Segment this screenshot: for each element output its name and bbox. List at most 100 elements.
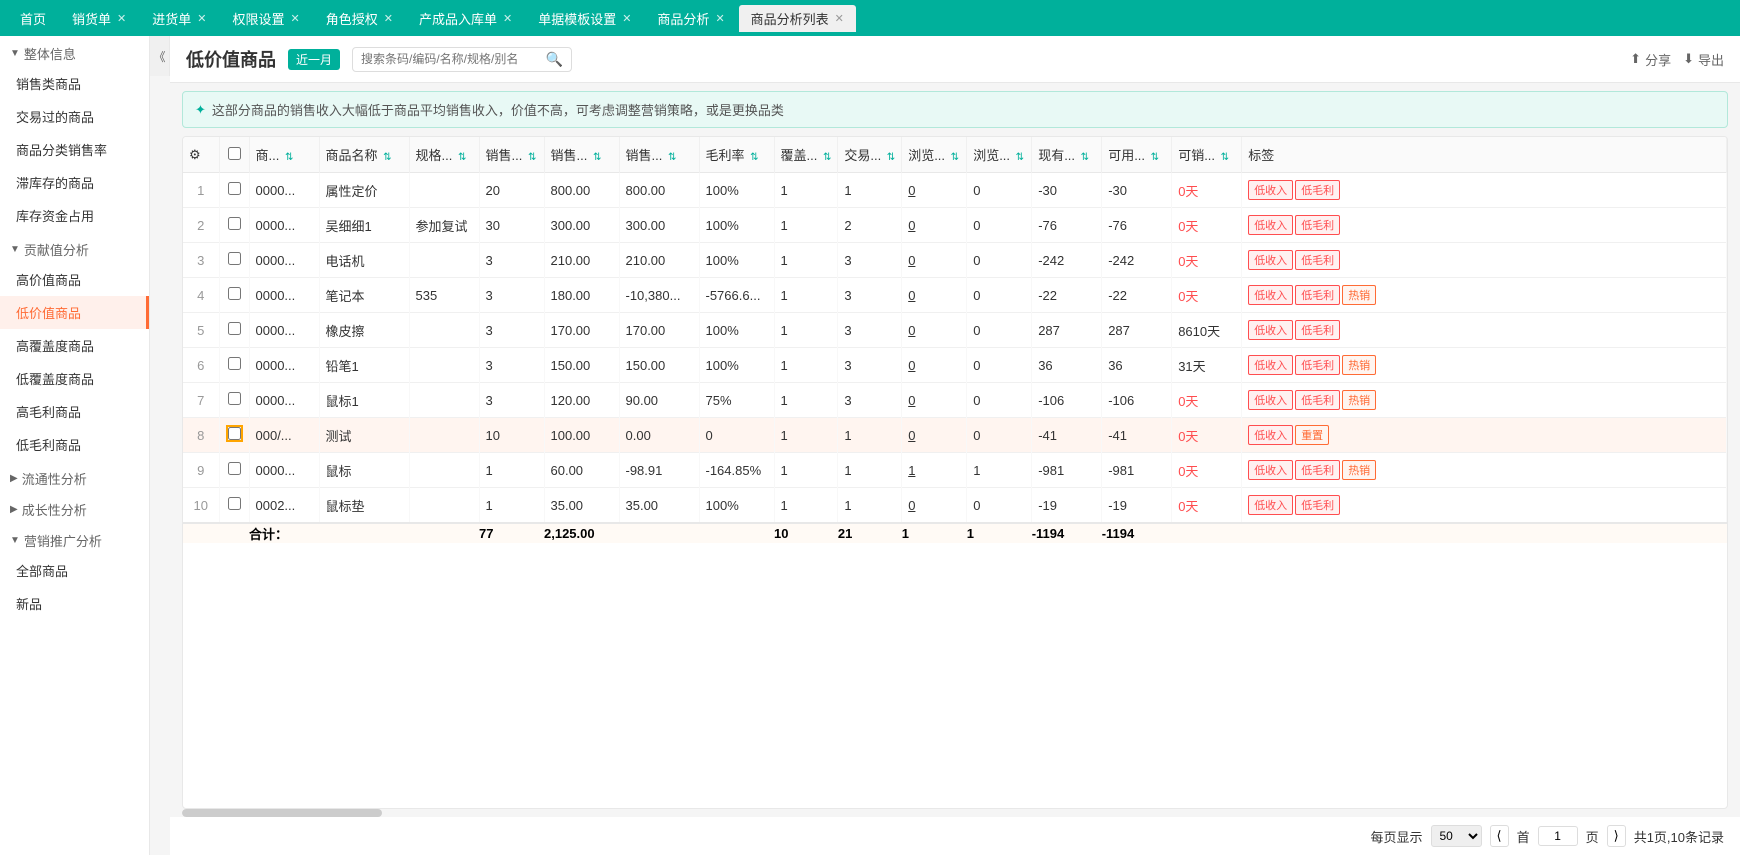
- code-column-header[interactable]: 商... ⇅: [249, 137, 319, 173]
- nav-product-analysis[interactable]: 商品分析 ✕: [645, 5, 736, 32]
- view1-val[interactable]: 0: [902, 418, 967, 453]
- view1-link[interactable]: 0: [908, 288, 915, 303]
- view1-link[interactable]: 0: [908, 253, 915, 268]
- view1-val[interactable]: 0: [902, 488, 967, 524]
- sidebar-item-high-margin[interactable]: 高毛利商品: [0, 395, 149, 428]
- available-column-header[interactable]: 可用... ⇅: [1102, 137, 1172, 173]
- sidebar-item-high-value[interactable]: 高价值商品: [0, 263, 149, 296]
- view1-val[interactable]: 0: [902, 348, 967, 383]
- nav-home[interactable]: 首页: [8, 5, 58, 32]
- row-checkbox-cell[interactable]: [219, 278, 249, 313]
- view1-link[interactable]: 0: [908, 323, 915, 338]
- close-icon[interactable]: ✕: [622, 12, 631, 25]
- view1-val[interactable]: 0: [902, 278, 967, 313]
- sidebar-item-high-coverage[interactable]: 高覆盖度商品: [0, 329, 149, 362]
- page-number-input[interactable]: [1538, 826, 1578, 846]
- close-icon[interactable]: ✕: [384, 12, 393, 25]
- row-checkbox[interactable]: [228, 427, 241, 440]
- sidebar-item-low-value[interactable]: 低价值商品: [0, 296, 149, 329]
- row-checkbox[interactable]: [228, 287, 241, 300]
- select-all-checkbox[interactable]: [228, 147, 241, 160]
- margin-column-header[interactable]: 毛利率 ⇅: [699, 137, 774, 173]
- sidebar-group-overall[interactable]: ▼ 整体信息: [0, 36, 149, 67]
- page-size-select[interactable]: 50 100: [1431, 825, 1482, 847]
- nav-template-settings[interactable]: 单据模板设置 ✕: [526, 5, 643, 32]
- current-column-header[interactable]: 现有... ⇅: [1032, 137, 1102, 173]
- sidebar-collapse-button[interactable]: 《: [150, 36, 170, 76]
- view1-link[interactable]: 1: [908, 463, 915, 478]
- settings-column-header[interactable]: ⚙: [183, 137, 219, 173]
- view1-link[interactable]: 0: [908, 498, 915, 513]
- close-icon[interactable]: ✕: [835, 12, 844, 25]
- close-icon[interactable]: ✕: [503, 12, 512, 25]
- row-checkbox[interactable]: [228, 217, 241, 230]
- row-checkbox-cell[interactable]: [219, 418, 249, 453]
- nav-permissions[interactable]: 权限设置 ✕: [220, 5, 311, 32]
- nav-product-inbound[interactable]: 产成品入库单 ✕: [407, 5, 524, 32]
- spec-column-header[interactable]: 规格... ⇅: [409, 137, 479, 173]
- time-badge[interactable]: 近一月: [288, 49, 340, 70]
- nav-purchase-order[interactable]: 进货单 ✕: [140, 5, 218, 32]
- row-checkbox-cell[interactable]: [219, 453, 249, 488]
- row-checkbox-cell[interactable]: [219, 348, 249, 383]
- sidebar-item-low-margin[interactable]: 低毛利商品: [0, 428, 149, 461]
- view1-val[interactable]: 0: [902, 243, 967, 278]
- row-checkbox-cell[interactable]: [219, 383, 249, 418]
- view1-val[interactable]: 0: [902, 313, 967, 348]
- sidebar-group-liquidity[interactable]: ▶ 流通性分析: [0, 461, 149, 492]
- sale-price-column-header[interactable]: 销售... ⇅: [619, 137, 699, 173]
- view1-link[interactable]: 0: [908, 393, 915, 408]
- close-icon[interactable]: ✕: [291, 12, 300, 25]
- saleable-column-header[interactable]: 可销... ⇅: [1172, 137, 1242, 173]
- sale-amount-column-header[interactable]: 销售... ⇅: [544, 137, 619, 173]
- row-checkbox[interactable]: [228, 462, 241, 475]
- view1-val[interactable]: 0: [902, 383, 967, 418]
- sidebar-group-growth[interactable]: ▶ 成长性分析: [0, 492, 149, 523]
- sidebar-item-slow-inventory[interactable]: 滞库存的商品: [0, 166, 149, 199]
- sidebar-item-sales-products[interactable]: 销售类商品: [0, 67, 149, 100]
- sidebar-item-new-products[interactable]: 新品: [0, 587, 149, 620]
- sidebar-item-category-sales-rate[interactable]: 商品分类销售率: [0, 133, 149, 166]
- sidebar-group-contribution[interactable]: ▼ 贡献值分析: [0, 232, 149, 263]
- sale-qty-column-header[interactable]: 销售... ⇅: [479, 137, 544, 173]
- row-checkbox-cell[interactable]: [219, 173, 249, 208]
- nav-sales-order[interactable]: 销货单 ✕: [60, 5, 138, 32]
- coverage-column-header[interactable]: 覆盖... ⇅: [774, 137, 838, 173]
- view1-val[interactable]: 0: [902, 173, 967, 208]
- view2-column-header[interactable]: 浏览... ⇅: [967, 137, 1032, 173]
- close-icon[interactable]: ✕: [197, 12, 206, 25]
- nav-product-analysis-list[interactable]: 商品分析列表 ✕: [739, 5, 856, 32]
- view1-link[interactable]: 0: [908, 183, 915, 198]
- view1-link[interactable]: 0: [908, 218, 915, 233]
- row-checkbox[interactable]: [228, 182, 241, 195]
- row-checkbox[interactable]: [228, 252, 241, 265]
- nav-role-auth[interactable]: 角色授权 ✕: [314, 5, 405, 32]
- sidebar-item-all-products[interactable]: 全部商品: [0, 554, 149, 587]
- row-checkbox[interactable]: [228, 497, 241, 510]
- row-checkbox[interactable]: [228, 392, 241, 405]
- checkbox-column-header[interactable]: [219, 137, 249, 173]
- first-page-button[interactable]: ⟨: [1490, 825, 1509, 847]
- sidebar-item-inventory-capital[interactable]: 库存资金占用: [0, 199, 149, 232]
- search-icon[interactable]: 🔍: [546, 51, 563, 68]
- sidebar-item-low-coverage[interactable]: 低覆盖度商品: [0, 362, 149, 395]
- sidebar-item-traded-products[interactable]: 交易过的商品: [0, 100, 149, 133]
- close-icon[interactable]: ✕: [715, 12, 724, 25]
- close-icon[interactable]: ✕: [117, 12, 126, 25]
- view1-column-header[interactable]: 浏览... ⇅: [902, 137, 967, 173]
- name-column-header[interactable]: 商品名称 ⇅: [319, 137, 409, 173]
- next-page-button[interactable]: ⟩: [1607, 825, 1626, 847]
- search-input[interactable]: [361, 52, 540, 66]
- view1-link[interactable]: 0: [908, 358, 915, 373]
- row-checkbox-cell[interactable]: [219, 488, 249, 524]
- row-checkbox[interactable]: [228, 322, 241, 335]
- row-checkbox-cell[interactable]: [219, 243, 249, 278]
- share-button[interactable]: ⬆ 分享: [1630, 50, 1671, 69]
- sidebar-group-marketing[interactable]: ▼ 营销推广分析: [0, 523, 149, 554]
- trade-column-header[interactable]: 交易... ⇅: [838, 137, 902, 173]
- horizontal-scrollbar[interactable]: [182, 809, 1728, 817]
- row-checkbox-cell[interactable]: [219, 313, 249, 348]
- view1-val[interactable]: 1: [902, 453, 967, 488]
- view1-link[interactable]: 0: [908, 428, 915, 443]
- scroll-thumb[interactable]: [182, 809, 382, 817]
